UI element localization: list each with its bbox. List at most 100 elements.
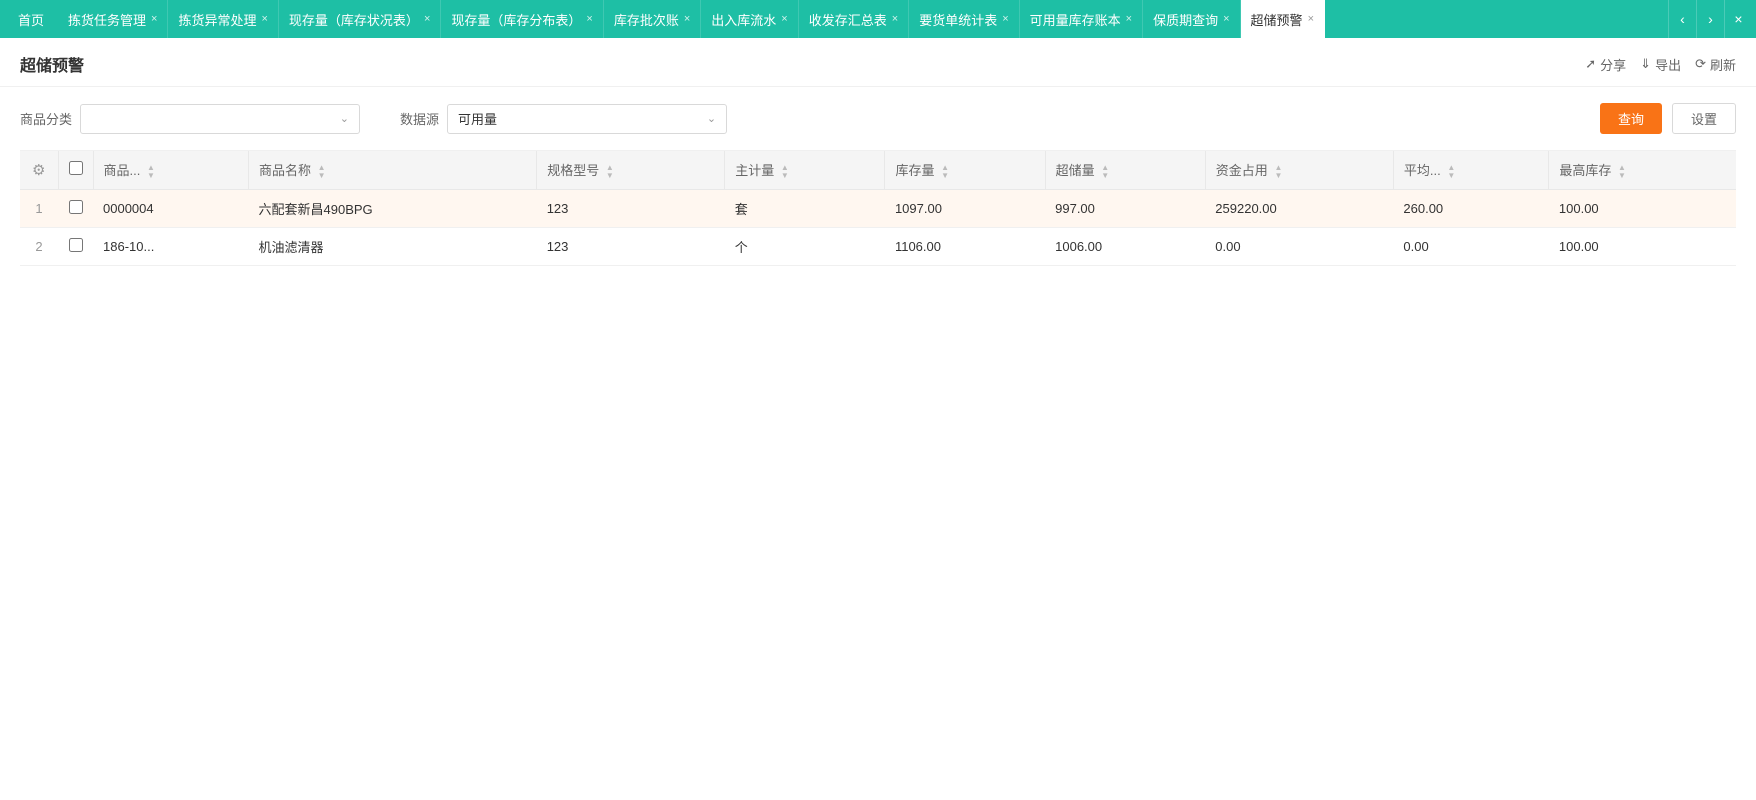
nav-bar: 首页 拣货任务管理 × 拣货异常处理 × 现存量（库存状况表） × 现存量（库存… <box>0 0 1756 38</box>
data-table: ⚙ 商品... ▲▼ 商品名称 ▲▼ 规格型号 ▲▼ <box>20 151 1736 266</box>
sort-arrows[interactable]: ▲▼ <box>147 164 155 180</box>
category-select[interactable]: ⌄ <box>80 104 360 134</box>
tab-available-stock[interactable]: 可用量库存账本 × <box>1020 0 1143 38</box>
chevron-down-icon: ⌄ <box>340 112 349 125</box>
spec-cell: 123 <box>537 189 725 227</box>
col-max-stock-header[interactable]: 最高库存 ▲▼ <box>1549 151 1736 189</box>
row-checkbox[interactable] <box>69 238 83 252</box>
col-product-code-header[interactable]: 商品... ▲▼ <box>93 151 249 189</box>
table-row: 2 186-10... 机油滤清器 123 个 1106.00 1006.00 … <box>20 227 1736 265</box>
sort-arrows[interactable]: ▲▼ <box>318 164 326 180</box>
overstock-cell: 997.00 <box>1045 189 1205 227</box>
page-header: 超储预警 ➚ 分享 ⇓ 导出 ⟳ 刷新 <box>0 38 1756 87</box>
tab-close-icon[interactable]: × <box>151 13 157 25</box>
tab-close-icon[interactable]: × <box>1308 13 1314 25</box>
unit-cell: 套 <box>725 189 885 227</box>
max-stock-cell: 100.00 <box>1549 189 1736 227</box>
product-code-cell: 0000004 <box>93 189 249 227</box>
sort-arrows[interactable]: ▲▼ <box>606 164 614 180</box>
tab-order-stats[interactable]: 要货单统计表 × <box>909 0 1019 38</box>
table-row: 1 0000004 六配套新昌490BPG 123 套 1097.00 997.… <box>20 189 1736 227</box>
tab-close-icon[interactable]: × <box>1223 13 1229 25</box>
refresh-icon: ⟳ <box>1695 56 1706 72</box>
datasource-label: 数据源 <box>400 109 439 128</box>
tab-stock-dist[interactable]: 现存量（库存分布表） × <box>441 0 603 38</box>
settings-button[interactable]: 设置 <box>1672 103 1736 134</box>
nav-prev-button[interactable]: ‹ <box>1668 0 1696 38</box>
tab-inout-flow[interactable]: 出入库流水 × <box>701 0 798 38</box>
tab-shelf-life[interactable]: 保质期查询 × <box>1143 0 1240 38</box>
chevron-down-icon: ⌄ <box>707 112 716 125</box>
col-stock-header[interactable]: 库存量 ▲▼ <box>885 151 1045 189</box>
tab-stock-status[interactable]: 现存量（库存状况表） × <box>279 0 441 38</box>
col-avg-header[interactable]: 平均... ▲▼ <box>1393 151 1549 189</box>
col-capital-header[interactable]: 资金占用 ▲▼ <box>1205 151 1393 189</box>
sort-arrows[interactable]: ▲▼ <box>1618 164 1626 180</box>
tab-batch-account[interactable]: 库存批次账 × <box>604 0 701 38</box>
tab-close-icon[interactable]: × <box>684 13 690 25</box>
tab-fixture-mgmt[interactable]: 拣货任务管理 × <box>58 0 168 38</box>
category-filter-group: 商品分类 ⌄ <box>20 104 360 134</box>
row-checkbox[interactable] <box>69 200 83 214</box>
avg-cell: 260.00 <box>1393 189 1549 227</box>
export-icon: ⇓ <box>1640 56 1651 72</box>
avg-cell: 0.00 <box>1393 227 1549 265</box>
tab-close-icon[interactable]: × <box>1126 13 1132 25</box>
gear-icon[interactable]: ⚙ <box>32 162 45 179</box>
nav-next-button[interactable]: › <box>1696 0 1724 38</box>
product-code-cell: 186-10... <box>93 227 249 265</box>
nav-close-button[interactable]: × <box>1724 0 1752 38</box>
select-all-checkbox[interactable] <box>69 161 83 175</box>
tab-close-icon[interactable]: × <box>424 13 430 25</box>
tab-close-icon[interactable]: × <box>586 13 592 25</box>
filter-actions: 查询 设置 <box>1600 103 1736 134</box>
page-content: 超储预警 ➚ 分享 ⇓ 导出 ⟳ 刷新 商品分类 ⌄ 数据源 <box>0 38 1756 800</box>
col-unit-header[interactable]: 主计量 ▲▼ <box>725 151 885 189</box>
sort-arrows[interactable]: ▲▼ <box>1274 164 1282 180</box>
query-button[interactable]: 查询 <box>1600 103 1662 134</box>
sort-arrows[interactable]: ▲▼ <box>941 164 949 180</box>
capital-cell: 259220.00 <box>1205 189 1393 227</box>
datasource-select-value: 可用量 <box>458 109 497 128</box>
row-index: 1 <box>20 189 58 227</box>
tab-close-icon[interactable]: × <box>261 13 267 25</box>
spec-cell: 123 <box>537 227 725 265</box>
stock-cell: 1106.00 <box>885 227 1045 265</box>
datasource-filter-group: 数据源 可用量 ⌄ <box>400 104 727 134</box>
share-icon: ➚ <box>1585 56 1596 72</box>
table-body: 1 0000004 六配套新昌490BPG 123 套 1097.00 997.… <box>20 189 1736 265</box>
page-title: 超储预警 <box>20 52 84 76</box>
row-checkbox-cell <box>58 189 93 227</box>
export-button[interactable]: ⇓ 导出 <box>1640 55 1681 74</box>
col-product-name-header[interactable]: 商品名称 ▲▼ <box>249 151 537 189</box>
tab-overstock-alert[interactable]: 超储预警 × <box>1241 0 1325 38</box>
unit-cell: 个 <box>725 227 885 265</box>
stock-cell: 1097.00 <box>885 189 1045 227</box>
col-overstock-header[interactable]: 超储量 ▲▼ <box>1045 151 1205 189</box>
row-index: 2 <box>20 227 58 265</box>
header-actions: ➚ 分享 ⇓ 导出 ⟳ 刷新 <box>1585 55 1736 74</box>
col-spec-header[interactable]: 规格型号 ▲▼ <box>537 151 725 189</box>
overstock-cell: 1006.00 <box>1045 227 1205 265</box>
datasource-select[interactable]: 可用量 ⌄ <box>447 104 727 134</box>
col-checkbox-header <box>58 151 93 189</box>
share-button[interactable]: ➚ 分享 <box>1585 55 1626 74</box>
product-name-cell: 六配套新昌490BPG <box>249 189 537 227</box>
tab-close-icon[interactable]: × <box>781 13 787 25</box>
col-settings: ⚙ <box>20 151 58 189</box>
sort-arrows[interactable]: ▲▼ <box>781 164 789 180</box>
product-name-cell: 机油滤清器 <box>249 227 537 265</box>
tab-close-icon[interactable]: × <box>892 13 898 25</box>
capital-cell: 0.00 <box>1205 227 1393 265</box>
tab-fixture-abnormal[interactable]: 拣货异常处理 × <box>168 0 278 38</box>
max-stock-cell: 100.00 <box>1549 227 1736 265</box>
sort-arrows[interactable]: ▲▼ <box>1101 164 1109 180</box>
tab-collect-summary[interactable]: 收发存汇总表 × <box>799 0 909 38</box>
nav-arrows: ‹ › × <box>1668 0 1752 38</box>
tab-close-icon[interactable]: × <box>1002 13 1008 25</box>
nav-home[interactable]: 首页 <box>4 0 58 38</box>
filter-area: 商品分类 ⌄ 数据源 可用量 ⌄ 查询 设置 <box>0 87 1756 150</box>
sort-arrows[interactable]: ▲▼ <box>1447 164 1455 180</box>
row-checkbox-cell <box>58 227 93 265</box>
refresh-button[interactable]: ⟳ 刷新 <box>1695 55 1736 74</box>
